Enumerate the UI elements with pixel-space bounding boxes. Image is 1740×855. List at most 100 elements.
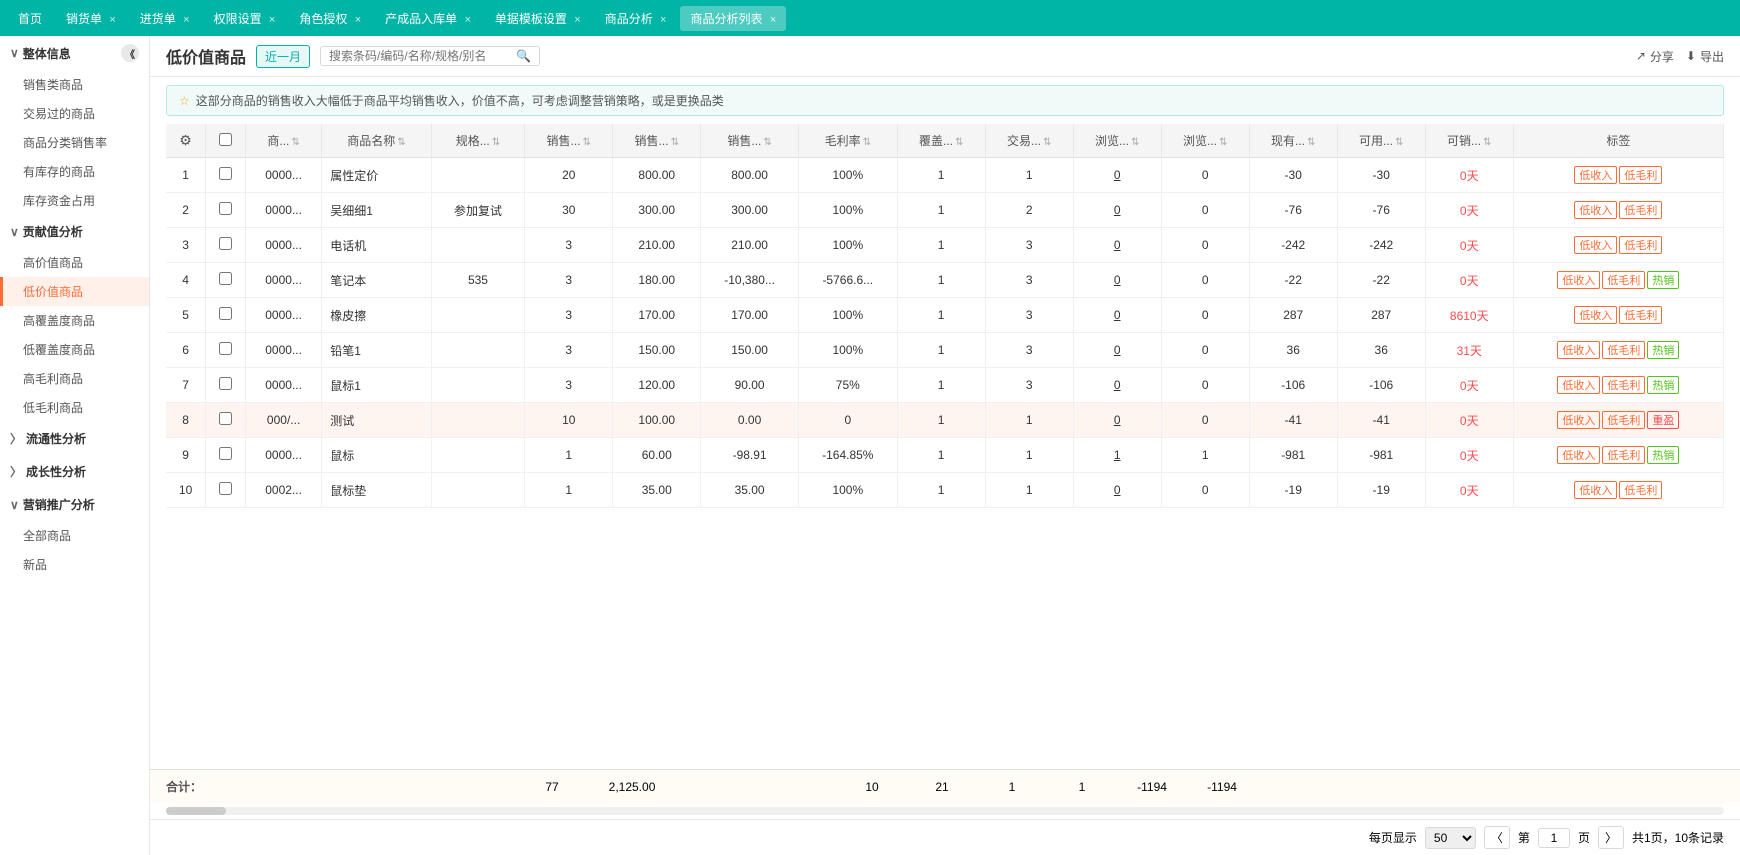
sidebar-group-contribution[interactable]: ∨ 贡献值分析 — [0, 215, 149, 248]
search-input[interactable] — [329, 49, 512, 63]
page-input[interactable] — [1538, 828, 1570, 848]
cell-view1[interactable]: 0 — [1073, 368, 1161, 403]
scrollbar-thumb[interactable] — [166, 807, 226, 815]
row-checkbox[interactable] — [219, 237, 232, 250]
nav-products-warehouse-close[interactable]: × — [464, 14, 470, 26]
cell-view1[interactable]: 0 — [1073, 473, 1161, 508]
sidebar-item-inventory-capital[interactable]: 库存资金占用 — [0, 186, 149, 215]
view1-link[interactable]: 0 — [1114, 273, 1121, 287]
nav-permissions-close[interactable]: × — [269, 14, 275, 26]
row-checkbox[interactable] — [219, 167, 232, 180]
cell-view1[interactable]: 0 — [1073, 403, 1161, 438]
cell-sale2: 35.00 — [613, 473, 701, 508]
view1-link[interactable]: 1 — [1114, 448, 1121, 462]
next-page-btn[interactable]: 〉 — [1598, 826, 1624, 849]
sidebar-group-overall[interactable]: ∨ 整体信息 《 — [0, 36, 149, 70]
row-checkbox[interactable] — [219, 447, 232, 460]
sidebar-group-marketing[interactable]: ∨ 营销推广分析 — [0, 488, 149, 521]
page-label: 第 — [1518, 829, 1530, 846]
sidebar-collapse-overall[interactable]: 《 — [121, 44, 139, 62]
cell-checkbox[interactable] — [206, 368, 246, 403]
cell-checkbox[interactable] — [206, 263, 246, 298]
nav-salesorder[interactable]: 销货单 × — [56, 6, 126, 31]
view1-link[interactable]: 0 — [1114, 203, 1121, 217]
nav-home[interactable]: 首页 — [8, 6, 52, 31]
export-icon: ⬇ — [1686, 49, 1696, 63]
cell-checkbox[interactable] — [206, 298, 246, 333]
sidebar-item-low-margin[interactable]: 低毛利商品 — [0, 393, 149, 422]
sidebar-item-new-products[interactable]: 新品 — [0, 550, 149, 579]
row-checkbox[interactable] — [219, 272, 232, 285]
view1-link[interactable]: 0 — [1114, 168, 1121, 182]
table-container[interactable]: ⚙ 商...⇅ 商品名称⇅ 规格...⇅ 销售...⇅ 销售...⇅ 销售...… — [150, 124, 1740, 769]
tag-badge: 低收入 — [1557, 446, 1600, 464]
row-checkbox[interactable] — [219, 202, 232, 215]
cell-view1[interactable]: 1 — [1073, 438, 1161, 473]
select-all-checkbox[interactable] — [219, 133, 232, 146]
gear-icon[interactable]: ⚙ — [179, 132, 192, 148]
nav-product-analysis[interactable]: 商品分析 × — [595, 6, 677, 31]
row-checkbox[interactable] — [219, 307, 232, 320]
nav-permissions[interactable]: 权限设置 × — [204, 6, 286, 31]
row-checkbox[interactable] — [219, 342, 232, 355]
cell-checkbox[interactable] — [206, 228, 246, 263]
nav-salesorder-close[interactable]: × — [109, 14, 115, 26]
cell-checkbox[interactable] — [206, 333, 246, 368]
row-checkbox[interactable] — [219, 482, 232, 495]
sidebar-item-all-products[interactable]: 全部商品 — [0, 521, 149, 550]
nav-product-analysis-close[interactable]: × — [660, 14, 666, 26]
search-icon[interactable]: 🔍 — [516, 49, 531, 63]
sidebar-item-high-margin[interactable]: 高毛利商品 — [0, 364, 149, 393]
view1-link[interactable]: 0 — [1114, 238, 1121, 252]
share-btn[interactable]: ↗ 分享 — [1636, 48, 1674, 65]
cell-view1[interactable]: 0 — [1073, 263, 1161, 298]
sidebar-group-growth[interactable]: 〉 成长性分析 — [0, 455, 149, 488]
sidebar-item-high-coverage[interactable]: 高覆盖度商品 — [0, 306, 149, 335]
cell-view1[interactable]: 0 — [1073, 298, 1161, 333]
nav-template-settings-close[interactable]: × — [574, 14, 580, 26]
cell-checkbox[interactable] — [206, 193, 246, 228]
sidebar-item-low-value[interactable]: 低价值商品 — [0, 277, 149, 306]
sidebar-item-category-sales-rate[interactable]: 商品分类销售率 — [0, 128, 149, 157]
cell-checkbox[interactable] — [206, 473, 246, 508]
cell-view1[interactable]: 0 — [1073, 158, 1161, 193]
nav-purchaseorder-close[interactable]: × — [183, 14, 189, 26]
row-checkbox[interactable] — [219, 412, 232, 425]
prev-page-btn[interactable]: 〈 — [1484, 826, 1510, 849]
filter-btn-month[interactable]: 近一月 — [256, 45, 310, 68]
cell-view1[interactable]: 0 — [1073, 333, 1161, 368]
horizontal-scrollbar[interactable] — [166, 807, 1724, 815]
nav-roles-close[interactable]: × — [355, 14, 361, 26]
nav-product-analysis-list-close[interactable]: × — [770, 14, 776, 26]
export-btn[interactable]: ⬇ 导出 — [1686, 48, 1724, 65]
days-text: 0天 — [1460, 239, 1479, 253]
sidebar-item-traded-products[interactable]: 交易过的商品 — [0, 99, 149, 128]
view1-link[interactable]: 0 — [1114, 413, 1121, 427]
nav-purchaseorder[interactable]: 进货单 × — [130, 6, 200, 31]
view1-link[interactable]: 0 — [1114, 378, 1121, 392]
view1-link[interactable]: 0 — [1114, 483, 1121, 497]
nav-template-settings[interactable]: 单据模板设置 × — [485, 6, 591, 31]
page-size-select[interactable]: 50 100 — [1425, 827, 1476, 849]
sidebar-item-stocked-products[interactable]: 有库存的商品 — [0, 157, 149, 186]
table-row: 2 0000... 吴细细1 参加复试 30 300.00 300.00 100… — [166, 193, 1724, 228]
nav-roles[interactable]: 角色授权 × — [289, 6, 371, 31]
sidebar-item-high-value[interactable]: 高价值商品 — [0, 248, 149, 277]
nav-products-warehouse[interactable]: 产成品入库单 × — [375, 6, 481, 31]
table-row: 3 0000... 电话机 3 210.00 210.00 100% 1 3 0… — [166, 228, 1724, 263]
cell-checkbox[interactable] — [206, 438, 246, 473]
col-settings[interactable]: ⚙ — [166, 124, 206, 158]
cell-view1[interactable]: 0 — [1073, 193, 1161, 228]
view1-link[interactable]: 0 — [1114, 308, 1121, 322]
sidebar-item-low-coverage[interactable]: 低覆盖度商品 — [0, 335, 149, 364]
tag-badge: 低毛利 — [1619, 306, 1662, 324]
cell-view1[interactable]: 0 — [1073, 228, 1161, 263]
sidebar-item-sales-products[interactable]: 销售类商品 — [0, 70, 149, 99]
col-checkbox[interactable] — [206, 124, 246, 158]
cell-checkbox[interactable] — [206, 158, 246, 193]
row-checkbox[interactable] — [219, 377, 232, 390]
nav-product-analysis-list[interactable]: 商品分析列表 × — [680, 6, 786, 31]
view1-link[interactable]: 0 — [1114, 343, 1121, 357]
sidebar-group-flow[interactable]: 〉 流通性分析 — [0, 422, 149, 455]
cell-checkbox[interactable] — [206, 403, 246, 438]
